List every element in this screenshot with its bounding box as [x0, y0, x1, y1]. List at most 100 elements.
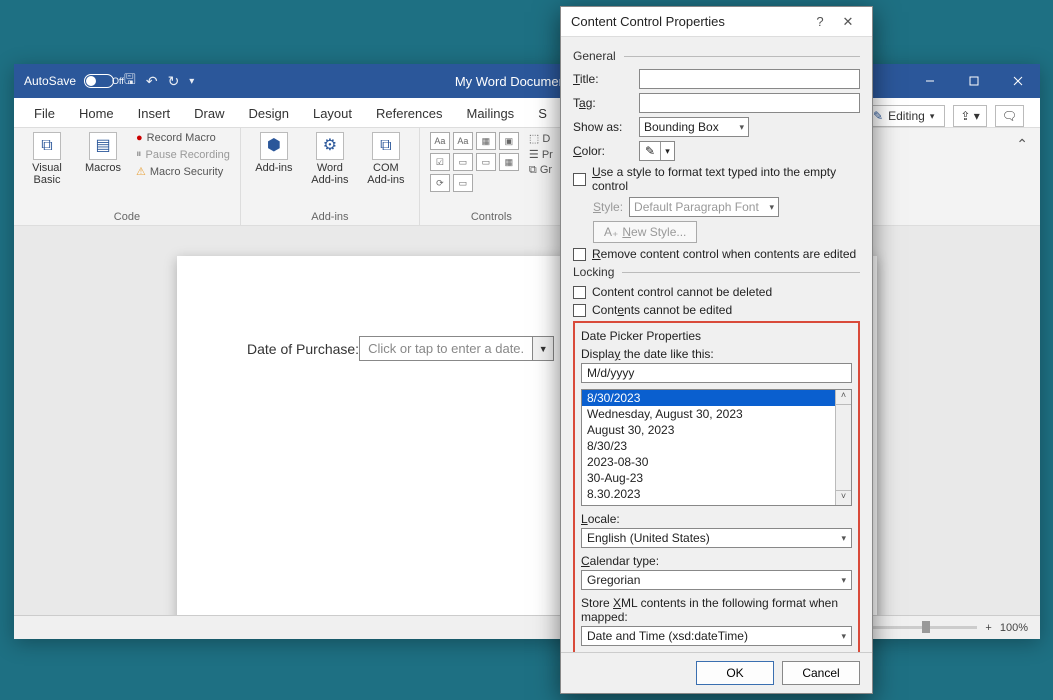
- title-input[interactable]: [639, 69, 860, 89]
- vb-icon: ⧉: [33, 132, 61, 160]
- undo-icon[interactable]: ↶: [146, 73, 158, 90]
- tag-input[interactable]: [639, 93, 860, 113]
- ribbon-tabs: File Home Insert Draw Design Layout Refe…: [14, 98, 1040, 128]
- dialog-close-button[interactable]: ✕: [834, 14, 862, 30]
- maximize-button[interactable]: [952, 64, 996, 98]
- chevron-down-icon: ▾: [739, 122, 744, 133]
- addins-button[interactable]: ⬢Add-ins: [251, 132, 297, 174]
- tab-truncated[interactable]: S: [526, 100, 559, 127]
- format-option[interactable]: 8/30/23: [582, 438, 835, 454]
- lock-delete-label: Content control cannot be deleted: [592, 285, 772, 299]
- share-button[interactable]: ⇪ ▾: [953, 105, 986, 127]
- listbox-scrollbar[interactable]: ˄ ˅: [835, 390, 851, 505]
- style-icon: A₊: [604, 225, 618, 239]
- format-option[interactable]: 8/30/2023: [582, 390, 835, 406]
- tab-mailings[interactable]: Mailings: [455, 100, 527, 127]
- tab-home[interactable]: Home: [67, 100, 126, 127]
- chevron-down-icon: ▾: [841, 631, 846, 642]
- date-format-listbox[interactable]: 8/30/2023 Wednesday, August 30, 2023 Aug…: [581, 389, 852, 506]
- tab-references[interactable]: References: [364, 100, 454, 127]
- document-area[interactable]: Date of Purchase: Click or tap to enter …: [14, 226, 1040, 615]
- chevron-down-icon: ▾: [660, 142, 674, 160]
- date-picker-control[interactable]: Click or tap to enter a date. ▼: [359, 336, 554, 361]
- date-dropdown-button[interactable]: ▼: [533, 337, 553, 360]
- format-option[interactable]: Aug. 30, 23: [582, 502, 835, 505]
- calendar-label: Calendar type:: [581, 554, 852, 568]
- use-style-label: Use a style to format text typed into th…: [592, 165, 860, 193]
- locale-combo[interactable]: English (United States)▾: [581, 528, 852, 548]
- macros-button[interactable]: ▤Macros: [80, 132, 126, 174]
- lock-delete-checkbox[interactable]: [573, 286, 586, 299]
- field-label: Date of Purchase:: [247, 341, 359, 357]
- qat-more-icon[interactable]: ▾: [189, 76, 194, 87]
- content-control-properties-dialog: Content Control Properties ? ✕ General T…: [560, 6, 873, 694]
- collapse-ribbon-button[interactable]: ⌃: [1004, 128, 1040, 225]
- record-macro-button[interactable]: ●Record Macro: [136, 132, 230, 144]
- help-button[interactable]: ?: [806, 14, 834, 29]
- control-gallery[interactable]: Aa Aa ▦ ▣ ☑ ▭ ▭ ▦ ⟳ ▭: [430, 132, 519, 192]
- format-option[interactable]: 30-Aug-23: [582, 470, 835, 486]
- scroll-up-icon[interactable]: ˄: [836, 390, 851, 405]
- window-buttons: [908, 64, 1040, 98]
- editing-mode-button[interactable]: ✎ Editing ▾: [862, 105, 945, 127]
- redo-icon[interactable]: ↻: [168, 73, 180, 90]
- ctrl-buildingblock-icon[interactable]: ▣: [499, 132, 519, 150]
- calendar-combo[interactable]: Gregorian▾: [581, 570, 852, 590]
- use-style-checkbox[interactable]: [573, 173, 586, 186]
- minimize-button[interactable]: [908, 64, 952, 98]
- ctrl-checkbox-icon[interactable]: ☑: [430, 153, 450, 171]
- visual-basic-button[interactable]: ⧉Visual Basic: [24, 132, 70, 186]
- zoom-in-button[interactable]: +: [985, 622, 991, 634]
- close-button[interactable]: [996, 64, 1040, 98]
- cancel-button[interactable]: Cancel: [782, 661, 860, 685]
- titlebar: AutoSave Off 🖫 ↶ ↻ ▾ My Word Document...…: [14, 64, 1040, 98]
- remove-cc-checkbox[interactable]: [573, 248, 586, 261]
- zoom-level[interactable]: 100%: [1000, 622, 1028, 634]
- ctrl-combobox-icon[interactable]: ▭: [453, 153, 473, 171]
- style-combo: Default Paragraph Font▾: [629, 197, 779, 217]
- chevron-down-icon: ▾: [841, 575, 846, 586]
- zoom-slider[interactable]: [867, 626, 977, 629]
- pencil-icon: ✎: [645, 144, 655, 158]
- format-option[interactable]: 8.30.2023: [582, 486, 835, 502]
- tab-insert[interactable]: Insert: [126, 100, 183, 127]
- ctrl-repeating-icon[interactable]: ⟳: [430, 174, 450, 192]
- lock-edit-checkbox[interactable]: [573, 304, 586, 317]
- ctrl-dropdown-icon[interactable]: ▭: [476, 153, 496, 171]
- xml-format-combo[interactable]: Date and Time (xsd:dateTime)▾: [581, 626, 852, 646]
- autosave-switch[interactable]: [84, 74, 114, 88]
- comments-button[interactable]: 🗨: [995, 105, 1024, 127]
- word-addins-button[interactable]: ⚙Word Add-ins: [307, 132, 353, 186]
- format-option[interactable]: Wednesday, August 30, 2023: [582, 406, 835, 422]
- dialog-titlebar[interactable]: Content Control Properties ? ✕: [561, 7, 872, 37]
- ok-button[interactable]: OK: [696, 661, 774, 685]
- dialog-title: Content Control Properties: [571, 14, 806, 29]
- ctrl-legacy-icon[interactable]: ▭: [453, 174, 473, 192]
- color-picker[interactable]: ✎▾: [639, 141, 675, 161]
- chevron-down-icon: ▾: [930, 111, 935, 122]
- date-placeholder[interactable]: Click or tap to enter a date.: [360, 337, 533, 360]
- ctrl-picture-icon[interactable]: ▦: [476, 132, 496, 150]
- date-picker-properties-section: Date Picker Properties Display the date …: [573, 321, 860, 652]
- design-mode-button[interactable]: ⬚ D: [529, 132, 553, 145]
- format-option[interactable]: August 30, 2023: [582, 422, 835, 438]
- properties-button[interactable]: ☰ Pr: [529, 148, 553, 161]
- autosave-toggle[interactable]: AutoSave Off: [14, 74, 118, 88]
- ctrl-richtext-icon[interactable]: Aa: [430, 132, 450, 150]
- tab-file[interactable]: File: [22, 100, 67, 127]
- group-button[interactable]: ⧉ Gr: [529, 164, 553, 177]
- tab-draw[interactable]: Draw: [182, 100, 236, 127]
- tab-design[interactable]: Design: [237, 100, 301, 127]
- com-addins-button[interactable]: ⧉COM Add-ins: [363, 132, 409, 186]
- save-icon[interactable]: 🖫: [124, 69, 136, 93]
- ctrl-date-icon[interactable]: ▦: [499, 153, 519, 171]
- macro-security-button[interactable]: ⚠Macro Security: [136, 165, 230, 178]
- group-addins: ⬢Add-ins ⚙Word Add-ins ⧉COM Add-ins Add-…: [241, 128, 420, 225]
- format-option[interactable]: 2023-08-30: [582, 454, 835, 470]
- showas-combo[interactable]: Bounding Box▾: [639, 117, 749, 137]
- group-label-code: Code: [24, 209, 230, 223]
- ctrl-plaintext-icon[interactable]: Aa: [453, 132, 473, 150]
- tab-layout[interactable]: Layout: [301, 100, 364, 127]
- scroll-down-icon[interactable]: ˅: [836, 490, 851, 505]
- date-format-input[interactable]: M/d/yyyy: [581, 363, 852, 383]
